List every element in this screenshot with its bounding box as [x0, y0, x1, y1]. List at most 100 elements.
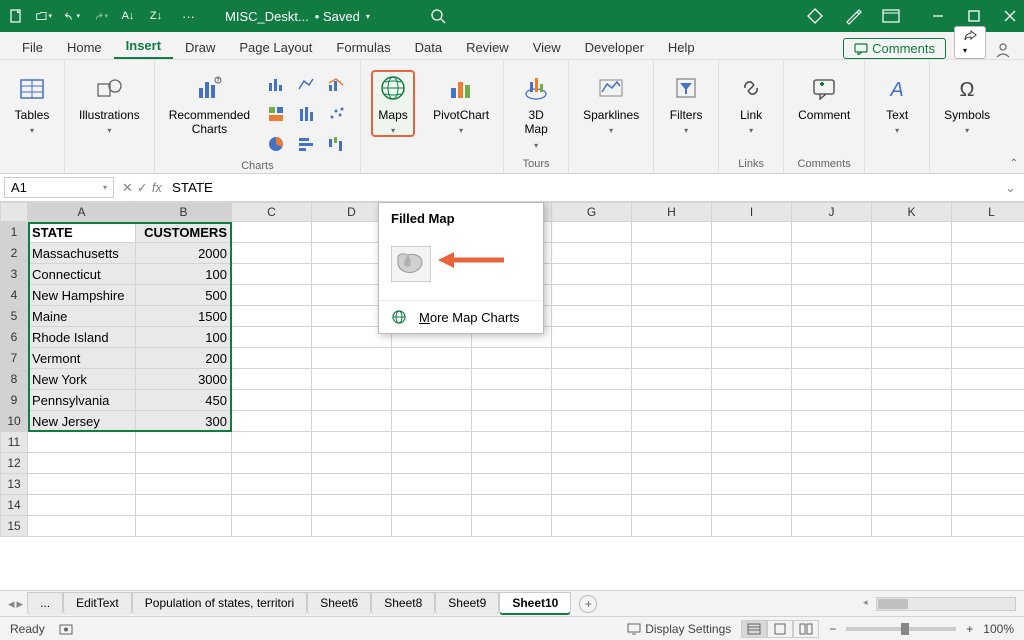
zoom-out-button[interactable]: − [829, 622, 836, 636]
cell[interactable] [712, 243, 792, 264]
diamond-icon[interactable] [806, 7, 824, 25]
symbols-button[interactable]: Ω Symbols▾ [940, 70, 994, 137]
cell[interactable] [872, 516, 952, 537]
cell[interactable] [872, 306, 952, 327]
pivotchart-button[interactable]: PivotChart▾ [429, 70, 493, 137]
row-header[interactable]: 6 [0, 327, 28, 348]
cell[interactable] [392, 432, 472, 453]
cell[interactable] [792, 306, 872, 327]
display-settings-button[interactable]: Display Settings [627, 622, 731, 636]
cell[interactable] [632, 285, 712, 306]
cell[interactable]: 2000 [136, 243, 232, 264]
tab-file[interactable]: File [10, 36, 55, 59]
cell[interactable] [232, 453, 312, 474]
cell[interactable] [552, 474, 632, 495]
sheet-tab[interactable]: Sheet10 [499, 592, 571, 615]
filters-button[interactable]: Filters▾ [664, 70, 708, 137]
cell[interactable] [712, 306, 792, 327]
cell[interactable] [632, 432, 712, 453]
tab-help[interactable]: Help [656, 36, 707, 59]
cell[interactable] [552, 432, 632, 453]
cell[interactable] [632, 306, 712, 327]
cell[interactable] [392, 495, 472, 516]
illustrations-button[interactable]: Illustrations▾ [75, 70, 144, 137]
undo-icon[interactable]: ▾ [64, 8, 80, 24]
cell[interactable] [952, 411, 1024, 432]
minimize-icon[interactable] [932, 10, 944, 22]
cell[interactable] [28, 453, 136, 474]
cell[interactable] [632, 327, 712, 348]
add-sheet-button[interactable]: + [579, 595, 597, 613]
cell[interactable] [712, 390, 792, 411]
expand-formula-bar-icon[interactable]: ⌄ [997, 180, 1024, 196]
cell[interactable] [232, 306, 312, 327]
cell[interactable] [312, 390, 392, 411]
row-header[interactable]: 4 [0, 285, 28, 306]
link-button[interactable]: Link▾ [729, 70, 773, 137]
enter-formula-icon[interactable]: ✓ [137, 180, 148, 196]
cell[interactable] [952, 222, 1024, 243]
cell[interactable] [872, 453, 952, 474]
cell[interactable] [712, 516, 792, 537]
cell[interactable] [232, 264, 312, 285]
cell[interactable] [136, 495, 232, 516]
tab-page-layout[interactable]: Page Layout [227, 36, 324, 59]
cell[interactable] [952, 390, 1024, 411]
cell[interactable] [392, 474, 472, 495]
cell[interactable] [792, 495, 872, 516]
cell[interactable] [632, 222, 712, 243]
cell[interactable] [712, 369, 792, 390]
name-box[interactable]: A1 ▾ [4, 177, 114, 198]
filled-map-option[interactable] [379, 232, 543, 301]
cell[interactable] [392, 411, 472, 432]
cell[interactable]: Maine [28, 306, 136, 327]
sheet-tab[interactable]: ... [27, 592, 63, 615]
cell[interactable]: CUSTOMERS [136, 222, 232, 243]
row-header[interactable]: 13 [0, 474, 28, 495]
row-header[interactable]: 8 [0, 369, 28, 390]
cell[interactable] [392, 453, 472, 474]
cell[interactable] [552, 369, 632, 390]
open-file-icon[interactable]: ▾ [36, 8, 52, 24]
cell[interactable] [392, 369, 472, 390]
select-all-corner[interactable] [0, 202, 28, 222]
cell[interactable] [392, 348, 472, 369]
column-header[interactable]: B [136, 202, 232, 222]
cell[interactable] [552, 516, 632, 537]
cell[interactable] [472, 369, 552, 390]
search-icon[interactable] [430, 8, 446, 24]
tab-insert[interactable]: Insert [114, 34, 173, 59]
cell[interactable] [312, 474, 392, 495]
row-header[interactable]: 3 [0, 264, 28, 285]
column-header[interactable]: H [632, 202, 712, 222]
cell[interactable] [872, 285, 952, 306]
cell[interactable] [712, 264, 792, 285]
account-icon[interactable] [994, 41, 1014, 59]
cell[interactable] [232, 390, 312, 411]
cancel-formula-icon[interactable]: ✕ [122, 180, 133, 196]
cell[interactable] [28, 495, 136, 516]
cell[interactable] [632, 453, 712, 474]
cell[interactable]: 100 [136, 264, 232, 285]
cell[interactable] [136, 453, 232, 474]
cell[interactable] [872, 264, 952, 285]
column-chart-icon[interactable] [262, 70, 290, 98]
cell[interactable] [472, 516, 552, 537]
column-header[interactable]: J [792, 202, 872, 222]
cell[interactable] [232, 474, 312, 495]
cell[interactable] [712, 495, 792, 516]
cell[interactable] [552, 348, 632, 369]
cell[interactable] [952, 474, 1024, 495]
cell[interactable]: 200 [136, 348, 232, 369]
cell[interactable] [136, 432, 232, 453]
cell[interactable] [312, 369, 392, 390]
cell[interactable] [952, 264, 1024, 285]
cell[interactable] [792, 474, 872, 495]
fx-icon[interactable]: fx [152, 180, 162, 196]
cell[interactable] [872, 222, 952, 243]
cell[interactable] [232, 369, 312, 390]
sheet-nav-prev-icon[interactable]: ◂ [8, 596, 15, 612]
cell[interactable] [472, 348, 552, 369]
macro-record-icon[interactable] [59, 622, 73, 636]
cell[interactable] [792, 222, 872, 243]
